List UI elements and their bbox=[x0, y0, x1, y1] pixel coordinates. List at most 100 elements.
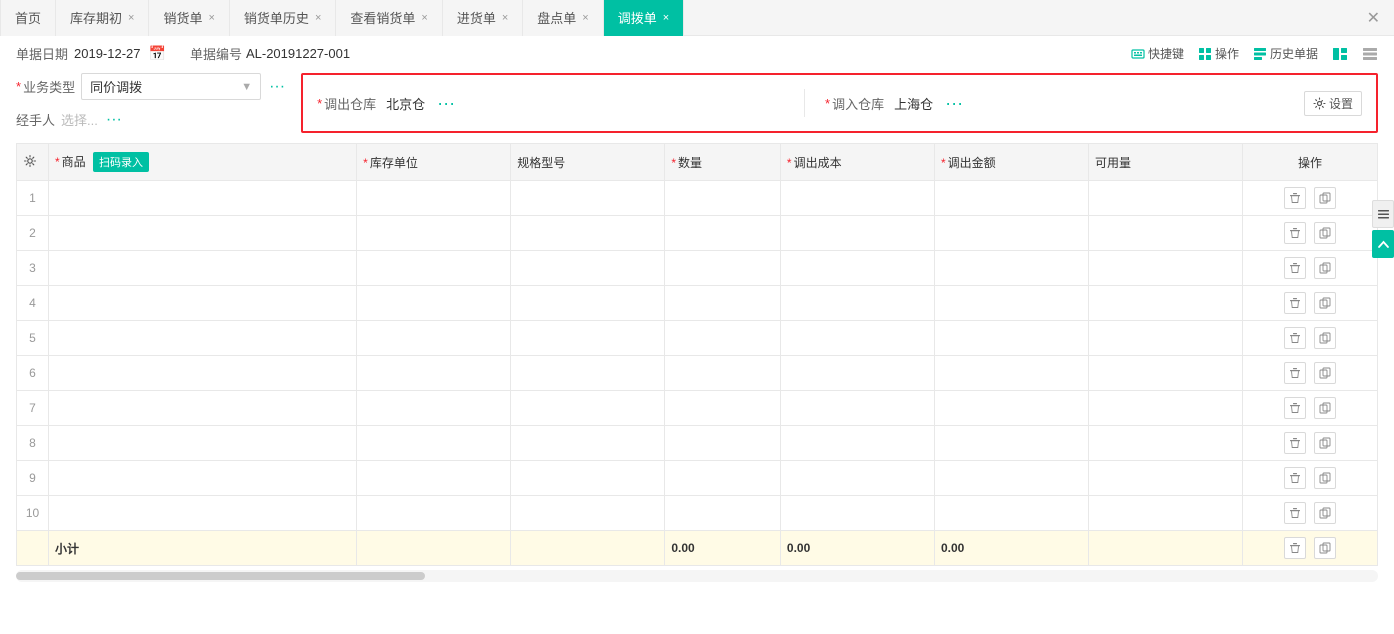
cell-amount-3[interactable] bbox=[934, 251, 1088, 286]
delete-btn-9[interactable] bbox=[1284, 467, 1306, 489]
tab-sales-order[interactable]: 销货单 × bbox=[149, 0, 229, 36]
cell-spec-6[interactable] bbox=[511, 356, 665, 391]
delete-btn-2[interactable] bbox=[1284, 222, 1306, 244]
delete-btn-10[interactable] bbox=[1284, 502, 1306, 524]
cell-unit-6[interactable] bbox=[357, 356, 511, 391]
cell-cost-9[interactable] bbox=[780, 461, 934, 496]
tab-transfer-order-close[interactable]: × bbox=[663, 12, 669, 24]
copy-btn-2[interactable] bbox=[1314, 222, 1336, 244]
scan-btn[interactable]: 扫码录入 bbox=[93, 152, 149, 172]
tab-view-sales-close[interactable]: × bbox=[421, 12, 427, 24]
cell-qty-4[interactable] bbox=[665, 286, 781, 321]
delete-btn-5[interactable] bbox=[1284, 327, 1306, 349]
cell-spec-4[interactable] bbox=[511, 286, 665, 321]
tab-bar-close-button[interactable]: ✕ bbox=[1353, 0, 1394, 36]
delete-btn-8[interactable] bbox=[1284, 432, 1306, 454]
col-settings-header[interactable] bbox=[17, 144, 49, 181]
delete-btn-4[interactable] bbox=[1284, 292, 1306, 314]
tab-purchase-order[interactable]: 进货单 × bbox=[443, 0, 523, 36]
cell-goods-5[interactable] bbox=[49, 321, 357, 356]
person-select[interactable]: 选择... bbox=[61, 110, 98, 129]
layout-btn1[interactable] bbox=[1332, 47, 1348, 61]
cell-amount-4[interactable] bbox=[934, 286, 1088, 321]
copy-btn-6[interactable] bbox=[1314, 362, 1336, 384]
tab-home[interactable]: 首页 bbox=[0, 0, 56, 36]
tab-inventory-check-close[interactable]: × bbox=[582, 12, 588, 24]
cell-spec-9[interactable] bbox=[511, 461, 665, 496]
cell-spec-2[interactable] bbox=[511, 216, 665, 251]
cell-avail-2[interactable] bbox=[1089, 216, 1243, 251]
cell-cost-7[interactable] bbox=[780, 391, 934, 426]
cell-qty-9[interactable] bbox=[665, 461, 781, 496]
cell-avail-6[interactable] bbox=[1089, 356, 1243, 391]
calendar-icon[interactable]: 📅 bbox=[149, 45, 166, 62]
cell-avail-1[interactable] bbox=[1089, 181, 1243, 216]
cell-cost-1[interactable] bbox=[780, 181, 934, 216]
cell-unit-7[interactable] bbox=[357, 391, 511, 426]
copy-btn-10[interactable] bbox=[1314, 502, 1336, 524]
layout-btn2[interactable] bbox=[1362, 47, 1378, 61]
in-warehouse-more[interactable]: ··· bbox=[945, 93, 963, 114]
cell-amount-10[interactable] bbox=[934, 496, 1088, 531]
cell-unit-4[interactable] bbox=[357, 286, 511, 321]
cell-avail-5[interactable] bbox=[1089, 321, 1243, 356]
cell-qty-10[interactable] bbox=[665, 496, 781, 531]
side-list-btn[interactable] bbox=[1372, 200, 1394, 228]
cell-qty-7[interactable] bbox=[665, 391, 781, 426]
cell-amount-9[interactable] bbox=[934, 461, 1088, 496]
cell-avail-3[interactable] bbox=[1089, 251, 1243, 286]
cell-unit-10[interactable] bbox=[357, 496, 511, 531]
cell-unit-3[interactable] bbox=[357, 251, 511, 286]
cell-qty-3[interactable] bbox=[665, 251, 781, 286]
copy-btn-3[interactable] bbox=[1314, 257, 1336, 279]
tab-inventory-init-close[interactable]: × bbox=[128, 12, 134, 24]
cell-unit-9[interactable] bbox=[357, 461, 511, 496]
cell-avail-10[interactable] bbox=[1089, 496, 1243, 531]
cell-amount-1[interactable] bbox=[934, 181, 1088, 216]
tab-sales-history[interactable]: 销货单历史 × bbox=[230, 0, 336, 36]
tab-inventory-check[interactable]: 盘点单 × bbox=[523, 0, 603, 36]
cell-spec-5[interactable] bbox=[511, 321, 665, 356]
cell-qty-2[interactable] bbox=[665, 216, 781, 251]
tab-view-sales[interactable]: 查看销货单 × bbox=[336, 0, 442, 36]
cell-avail-4[interactable] bbox=[1089, 286, 1243, 321]
cell-spec-10[interactable] bbox=[511, 496, 665, 531]
out-warehouse-more[interactable]: ··· bbox=[437, 93, 455, 114]
cell-cost-5[interactable] bbox=[780, 321, 934, 356]
settings-button[interactable]: 设置 bbox=[1304, 91, 1362, 116]
cell-qty-5[interactable] bbox=[665, 321, 781, 356]
cell-goods-4[interactable] bbox=[49, 286, 357, 321]
cell-unit-8[interactable] bbox=[357, 426, 511, 461]
cell-amount-7[interactable] bbox=[934, 391, 1088, 426]
copy-btn-4[interactable] bbox=[1314, 292, 1336, 314]
cell-cost-10[interactable] bbox=[780, 496, 934, 531]
cell-qty-1[interactable] bbox=[665, 181, 781, 216]
cell-cost-8[interactable] bbox=[780, 426, 934, 461]
tab-transfer-order[interactable]: 调拨单 × bbox=[604, 0, 684, 36]
copy-btn-9[interactable] bbox=[1314, 467, 1336, 489]
cell-cost-3[interactable] bbox=[780, 251, 934, 286]
cell-spec-1[interactable] bbox=[511, 181, 665, 216]
cell-cost-6[interactable] bbox=[780, 356, 934, 391]
cell-goods-7[interactable] bbox=[49, 391, 357, 426]
cell-avail-8[interactable] bbox=[1089, 426, 1243, 461]
cell-goods-6[interactable] bbox=[49, 356, 357, 391]
copy-btn-5[interactable] bbox=[1314, 327, 1336, 349]
delete-btn-3[interactable] bbox=[1284, 257, 1306, 279]
shortcut-btn[interactable]: 快捷键 bbox=[1131, 45, 1184, 62]
cell-goods-8[interactable] bbox=[49, 426, 357, 461]
delete-btn-6[interactable] bbox=[1284, 362, 1306, 384]
subtotal-copy-btn[interactable] bbox=[1314, 537, 1336, 559]
cell-unit-1[interactable] bbox=[357, 181, 511, 216]
cell-goods-10[interactable] bbox=[49, 496, 357, 531]
cell-amount-5[interactable] bbox=[934, 321, 1088, 356]
cell-qty-6[interactable] bbox=[665, 356, 781, 391]
cell-goods-1[interactable] bbox=[49, 181, 357, 216]
ops-btn[interactable]: 操作 bbox=[1198, 45, 1239, 62]
scrollbar-thumb[interactable] bbox=[16, 572, 425, 580]
date-field[interactable]: 2019-12-27 📅 bbox=[74, 45, 166, 62]
side-expand-btn[interactable] bbox=[1372, 230, 1394, 258]
cell-unit-2[interactable] bbox=[357, 216, 511, 251]
cell-cost-4[interactable] bbox=[780, 286, 934, 321]
tab-sales-order-close[interactable]: × bbox=[208, 12, 214, 24]
